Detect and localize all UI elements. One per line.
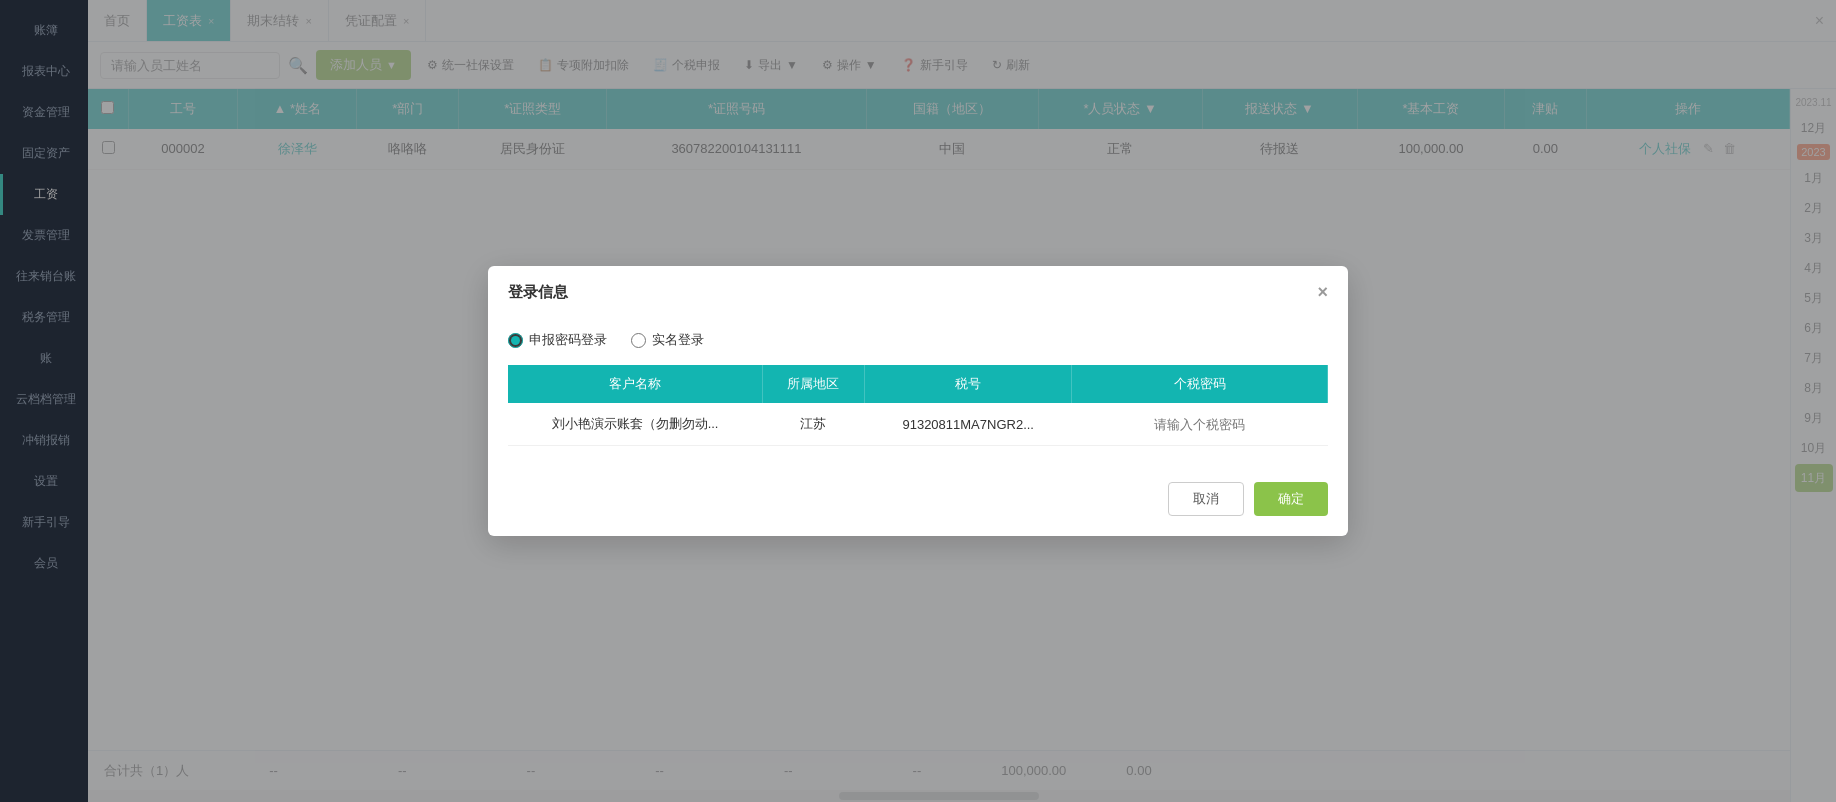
radio-password-input[interactable] xyxy=(508,333,523,348)
col-tax-no: 税号 xyxy=(865,365,1072,403)
client-password-cell[interactable] xyxy=(1072,403,1328,445)
client-name-cell: 刘小艳演示账套（勿删勿动... xyxy=(508,403,762,445)
login-dialog: 登录信息 × 申报密码登录 实名登录 客户名称 所属地 xyxy=(488,266,1348,536)
col-client-name: 客户名称 xyxy=(508,365,762,403)
radio-password-login[interactable]: 申报密码登录 xyxy=(508,331,607,349)
dialog-header: 登录信息 × xyxy=(488,266,1348,315)
radio-realname-login[interactable]: 实名登录 xyxy=(631,331,704,349)
client-tax-no-cell: 91320811MA7NGR2... xyxy=(865,403,1072,445)
client-region-cell: 江苏 xyxy=(762,403,865,445)
confirm-button[interactable]: 确定 xyxy=(1254,482,1328,516)
dialog-title: 登录信息 xyxy=(508,283,568,302)
tax-password-input[interactable] xyxy=(1084,417,1316,432)
dialog-body: 申报密码登录 实名登录 客户名称 所属地区 税号 个税密码 xyxy=(488,315,1348,470)
client-table: 客户名称 所属地区 税号 个税密码 刘小艳演示账套（勿删勿动... 江苏 913… xyxy=(508,365,1328,446)
col-region: 所属地区 xyxy=(762,365,865,403)
radio-realname-input[interactable] xyxy=(631,333,646,348)
cancel-button[interactable]: 取消 xyxy=(1168,482,1244,516)
login-type-radio-group: 申报密码登录 实名登录 xyxy=(508,331,1328,349)
dialog-close-button[interactable]: × xyxy=(1317,282,1328,303)
col-tax-password: 个税密码 xyxy=(1072,365,1328,403)
client-table-row: 刘小艳演示账套（勿删勿动... 江苏 91320811MA7NGR2... xyxy=(508,403,1328,445)
dialog-footer: 取消 确定 xyxy=(488,470,1348,536)
dialog-overlay: 登录信息 × 申报密码登录 实名登录 客户名称 所属地 xyxy=(0,0,1836,802)
